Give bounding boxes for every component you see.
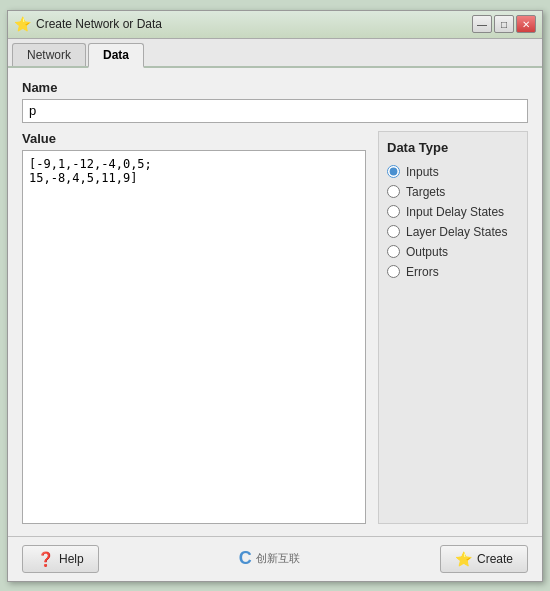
help-icon: ❓ [37, 551, 54, 567]
tab-network[interactable]: Network [12, 43, 86, 66]
help-label: Help [59, 552, 84, 566]
tab-content: Name Value [-9,1,-12,-4,0,5; 15,-8,4,5,1… [8, 68, 542, 536]
radio-inputs-control[interactable] [387, 165, 400, 178]
value-section: Value [-9,1,-12,-4,0,5; 15,-8,4,5,11,9] [22, 131, 366, 524]
window-title: Create Network or Data [36, 17, 472, 31]
tab-bar: Network Data [8, 39, 542, 68]
radio-input-delay-states[interactable]: Input Delay States [387, 205, 519, 219]
watermark: C 创新互联 [239, 548, 300, 569]
watermark-text: 创新互联 [256, 551, 300, 566]
radio-outputs[interactable]: Outputs [387, 245, 519, 259]
create-icon: ⭐ [455, 551, 472, 567]
maximize-button[interactable]: □ [494, 15, 514, 33]
main-row: Value [-9,1,-12,-4,0,5; 15,-8,4,5,11,9] … [22, 131, 528, 524]
close-button[interactable]: ✕ [516, 15, 536, 33]
value-label: Value [22, 131, 366, 146]
radio-layer-delay-states[interactable]: Layer Delay States [387, 225, 519, 239]
radio-errors[interactable]: Errors [387, 265, 519, 279]
titlebar-controls: — □ ✕ [472, 15, 536, 33]
value-textarea[interactable]: [-9,1,-12,-4,0,5; 15,-8,4,5,11,9] [22, 150, 366, 524]
data-type-section: Data Type Inputs Targets Input Delay Sta… [378, 131, 528, 524]
radio-targets[interactable]: Targets [387, 185, 519, 199]
radio-input-delay-states-control[interactable] [387, 205, 400, 218]
footer: ❓ Help C 创新互联 ⭐ Create [8, 536, 542, 581]
tab-data[interactable]: Data [88, 43, 144, 68]
data-type-label: Data Type [387, 140, 519, 155]
radio-layer-delay-states-control[interactable] [387, 225, 400, 238]
main-window: ⭐ Create Network or Data — □ ✕ Network D… [7, 10, 543, 582]
radio-inputs[interactable]: Inputs [387, 165, 519, 179]
watermark-icon: C [239, 548, 252, 569]
name-label: Name [22, 80, 528, 95]
window-icon: ⭐ [14, 16, 30, 32]
radio-errors-control[interactable] [387, 265, 400, 278]
create-label: Create [477, 552, 513, 566]
minimize-button[interactable]: — [472, 15, 492, 33]
title-bar: ⭐ Create Network or Data — □ ✕ [8, 11, 542, 39]
radio-targets-control[interactable] [387, 185, 400, 198]
help-button[interactable]: ❓ Help [22, 545, 99, 573]
create-button[interactable]: ⭐ Create [440, 545, 528, 573]
name-input[interactable] [22, 99, 528, 123]
radio-outputs-control[interactable] [387, 245, 400, 258]
name-section: Name [22, 80, 528, 123]
